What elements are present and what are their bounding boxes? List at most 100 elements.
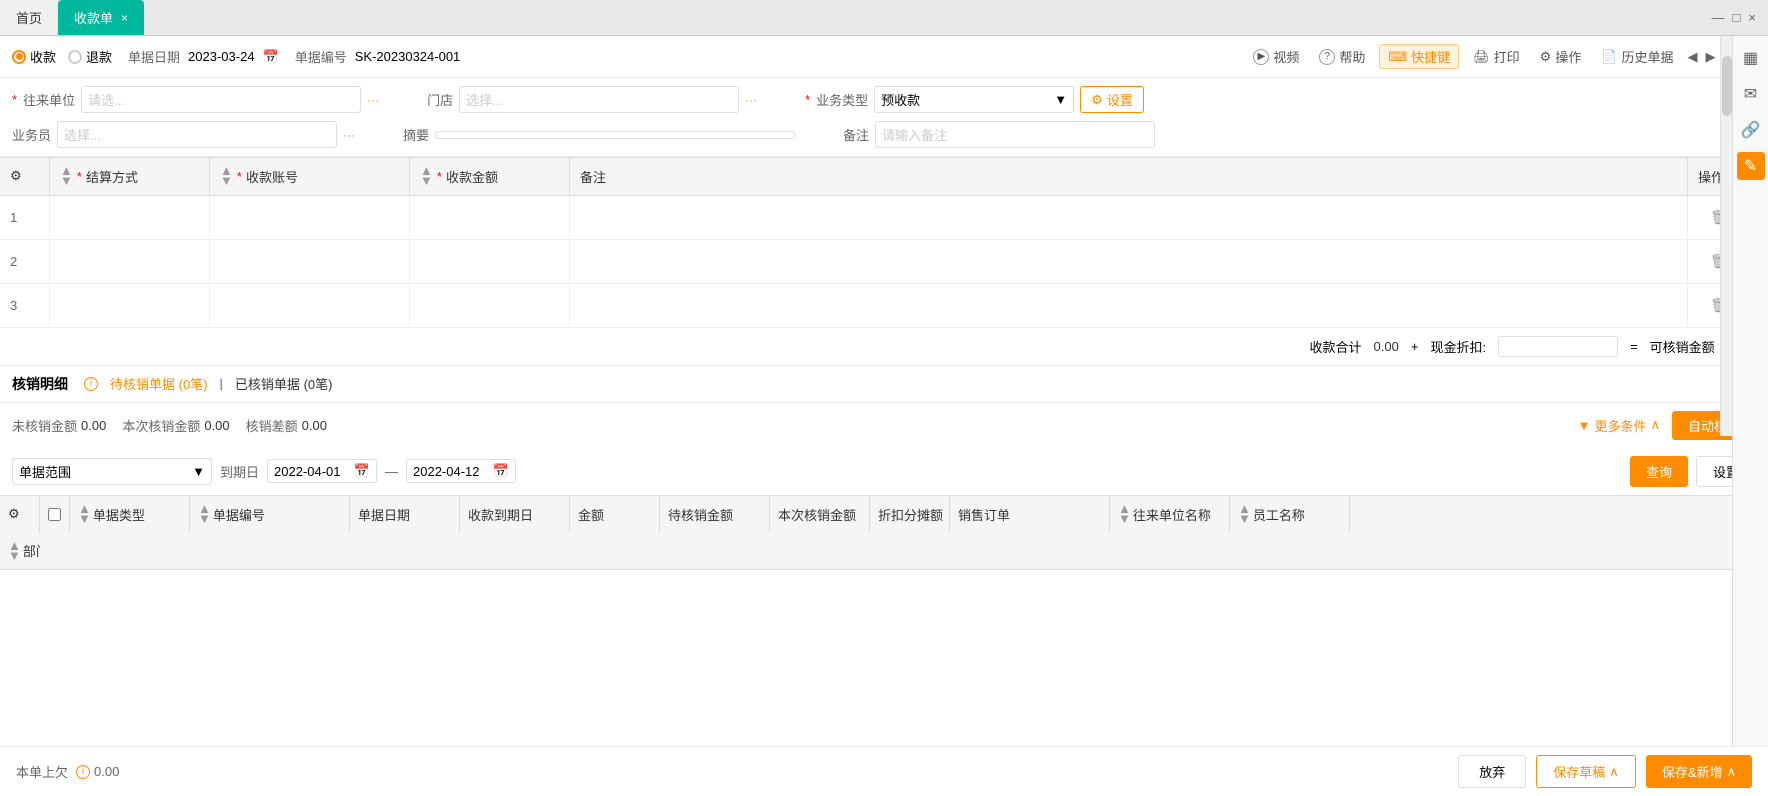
history-btn[interactable]: 📄 历史单据 bbox=[1595, 47, 1679, 66]
td-amount-3[interactable] bbox=[410, 284, 570, 327]
print-btn[interactable]: 🖨 打印 bbox=[1467, 47, 1526, 66]
vth-settings-icon: ⚙ bbox=[8, 506, 20, 522]
date-start-value: 2022-04-01 bbox=[274, 464, 341, 479]
td-account-3[interactable] bbox=[210, 284, 410, 327]
sidebar-table-icon[interactable]: ▦ bbox=[1737, 44, 1765, 72]
col-partner-label: 往来单位名称 bbox=[1133, 505, 1211, 524]
query-btn[interactable]: 查询 bbox=[1630, 456, 1688, 487]
date-start-input[interactable]: 2022-04-01 📅 bbox=[267, 459, 377, 483]
td-amount-1[interactable] bbox=[410, 196, 570, 239]
abstract-input[interactable] bbox=[435, 131, 795, 139]
discard-btn[interactable]: 放弃 bbox=[1458, 755, 1526, 788]
td-payment-3[interactable] bbox=[50, 284, 210, 327]
scroll-track bbox=[1720, 36, 1732, 436]
operations-label: 操作 bbox=[1555, 47, 1581, 66]
summary-row: 收款合计 0.00 + 现金折扣: = 可核销金额 0.00 bbox=[0, 328, 1768, 366]
prev-info-icon[interactable]: i bbox=[76, 765, 90, 779]
doc-info: 单据日期 2023-03-24 📅 bbox=[128, 47, 279, 66]
done-tab[interactable]: 已核销单据 (0笔) bbox=[235, 374, 333, 393]
operations-icon: ⚙ bbox=[1540, 49, 1552, 65]
tab-close-icon[interactable]: × bbox=[121, 11, 128, 25]
pending-tab[interactable]: 待核销单据 (0笔) bbox=[110, 374, 208, 393]
tab-home-label: 首页 bbox=[16, 8, 42, 27]
note-input[interactable]: 请输入备注 bbox=[875, 121, 1155, 148]
nav-left-icon[interactable]: ◀ bbox=[1688, 49, 1698, 65]
td-account-1[interactable] bbox=[210, 196, 410, 239]
staff-field: 业务员 选择... ··· bbox=[12, 121, 355, 148]
save-draft-btn[interactable]: 保存草稿 ∧ bbox=[1536, 755, 1636, 788]
help-btn[interactable]: ? 帮助 bbox=[1313, 47, 1371, 66]
staff-input[interactable]: 选择... bbox=[57, 121, 337, 148]
vth-partner: ▲▼ 往来单位名称 bbox=[1110, 496, 1230, 533]
range-select[interactable]: 单据范围 ▼ bbox=[12, 458, 212, 485]
calendar-icon[interactable]: 📅 bbox=[263, 49, 279, 65]
range-chevron: ▼ bbox=[192, 464, 205, 479]
td-account-2[interactable] bbox=[210, 240, 410, 283]
sort-arrows-doctype: ▲▼ bbox=[78, 504, 91, 525]
window-max-btn[interactable]: □ bbox=[1733, 10, 1741, 25]
window-min-btn[interactable]: — bbox=[1712, 10, 1725, 25]
col-discount-label: 折扣分摊额 bbox=[878, 505, 943, 524]
th-settings[interactable]: ⚙ bbox=[0, 158, 50, 195]
unverified-value: 0.00 bbox=[81, 418, 106, 433]
sidebar-attach-icon[interactable]: 🔗 bbox=[1737, 116, 1765, 144]
nav-right-icon[interactable]: ▶ bbox=[1706, 49, 1716, 65]
window-close-btn[interactable]: × bbox=[1748, 10, 1756, 25]
business-type-label: 业务类型 bbox=[816, 90, 868, 109]
vth-pending: 待核销金额 bbox=[660, 496, 770, 533]
partner-placeholder: 请选... bbox=[88, 90, 125, 109]
col-staff-label: 员工名称 bbox=[1253, 505, 1305, 524]
td-note-3[interactable] bbox=[570, 284, 1688, 327]
operations-btn[interactable]: ⚙ 操作 bbox=[1534, 47, 1588, 66]
more-conditions-btn[interactable]: ▼ 更多条件 ∧ bbox=[1578, 416, 1660, 435]
video-btn[interactable]: ▶ 视频 bbox=[1247, 47, 1305, 66]
form-row-1: * 往来单位 请选... ··· 门店 选择... ··· * 业务类型 bbox=[12, 86, 1756, 113]
shortcut-btn[interactable]: ⌨ 快捷键 bbox=[1379, 44, 1459, 69]
tab-home[interactable]: 首页 bbox=[0, 0, 58, 35]
doc-date-label: 单据日期 bbox=[128, 47, 180, 66]
shop-input[interactable]: 选择... bbox=[459, 86, 739, 113]
radio-refund[interactable]: 退款 bbox=[68, 47, 112, 66]
col-dept-label: 部门名称 bbox=[23, 541, 40, 560]
prev-value: 0.00 bbox=[94, 764, 119, 779]
more-conditions-label: 更多条件 bbox=[1594, 416, 1646, 435]
td-amount-2[interactable] bbox=[410, 240, 570, 283]
partner-input[interactable]: 请选... bbox=[81, 86, 361, 113]
col-doc-date-label: 单据日期 bbox=[358, 505, 410, 524]
partner-label: 往来单位 bbox=[23, 90, 75, 109]
select-all-checkbox[interactable] bbox=[48, 508, 61, 521]
radio-refund-label: 退款 bbox=[86, 47, 112, 66]
scroll-thumb[interactable] bbox=[1722, 56, 1732, 116]
vth-checkbox[interactable] bbox=[40, 496, 70, 533]
verify-info-icon[interactable]: i bbox=[84, 377, 98, 391]
save-new-btn[interactable]: 保存&新增 ∧ bbox=[1646, 755, 1752, 788]
radio-income[interactable]: 收款 bbox=[12, 47, 56, 66]
vth-discount: 折扣分摊额 bbox=[870, 496, 950, 533]
staff-more-btn[interactable]: ··· bbox=[343, 128, 355, 142]
td-note-1[interactable] bbox=[570, 196, 1688, 239]
date-end-input[interactable]: 2022-04-12 📅 bbox=[406, 459, 516, 483]
tab-collection[interactable]: 收款单 × bbox=[58, 0, 144, 35]
total-value: 0.00 bbox=[1374, 339, 1399, 354]
vth-current: 本次核销金额 bbox=[770, 496, 870, 533]
td-payment-1[interactable] bbox=[50, 196, 210, 239]
td-note-2[interactable] bbox=[570, 240, 1688, 283]
plus-sign: + bbox=[1411, 339, 1419, 354]
discount-label: 现金折扣: bbox=[1430, 337, 1486, 356]
sidebar-mail-icon[interactable]: ✉ bbox=[1737, 80, 1765, 108]
business-type-select[interactable]: 预收款 ▼ bbox=[874, 86, 1074, 113]
sort-arrows-docnum: ▲▼ bbox=[198, 504, 211, 525]
table-row: 3 🗑 ⧉ bbox=[0, 284, 1768, 328]
draft-label: 保存草稿 bbox=[1553, 762, 1605, 781]
discount-input[interactable] bbox=[1498, 336, 1618, 357]
vth-doc-type: ▲▼ 单据类型 bbox=[70, 496, 190, 533]
shortcut-label: 快捷键 bbox=[1411, 47, 1450, 66]
shop-more-btn[interactable]: ··· bbox=[745, 93, 757, 107]
form-settings-btn[interactable]: ⚙ 设置 bbox=[1080, 86, 1144, 113]
td-payment-2[interactable] bbox=[50, 240, 210, 283]
data-table: ⚙ ▲▼ * 结算方式 ▲▼ * 收款账号 ▲▼ * 收款金额 备注 操作 bbox=[0, 157, 1768, 328]
sidebar-edit-icon[interactable]: ✎ bbox=[1737, 152, 1765, 180]
equals-sign: = bbox=[1630, 339, 1638, 354]
partner-more-btn[interactable]: ··· bbox=[367, 93, 379, 107]
vth-settings[interactable]: ⚙ bbox=[0, 496, 40, 533]
